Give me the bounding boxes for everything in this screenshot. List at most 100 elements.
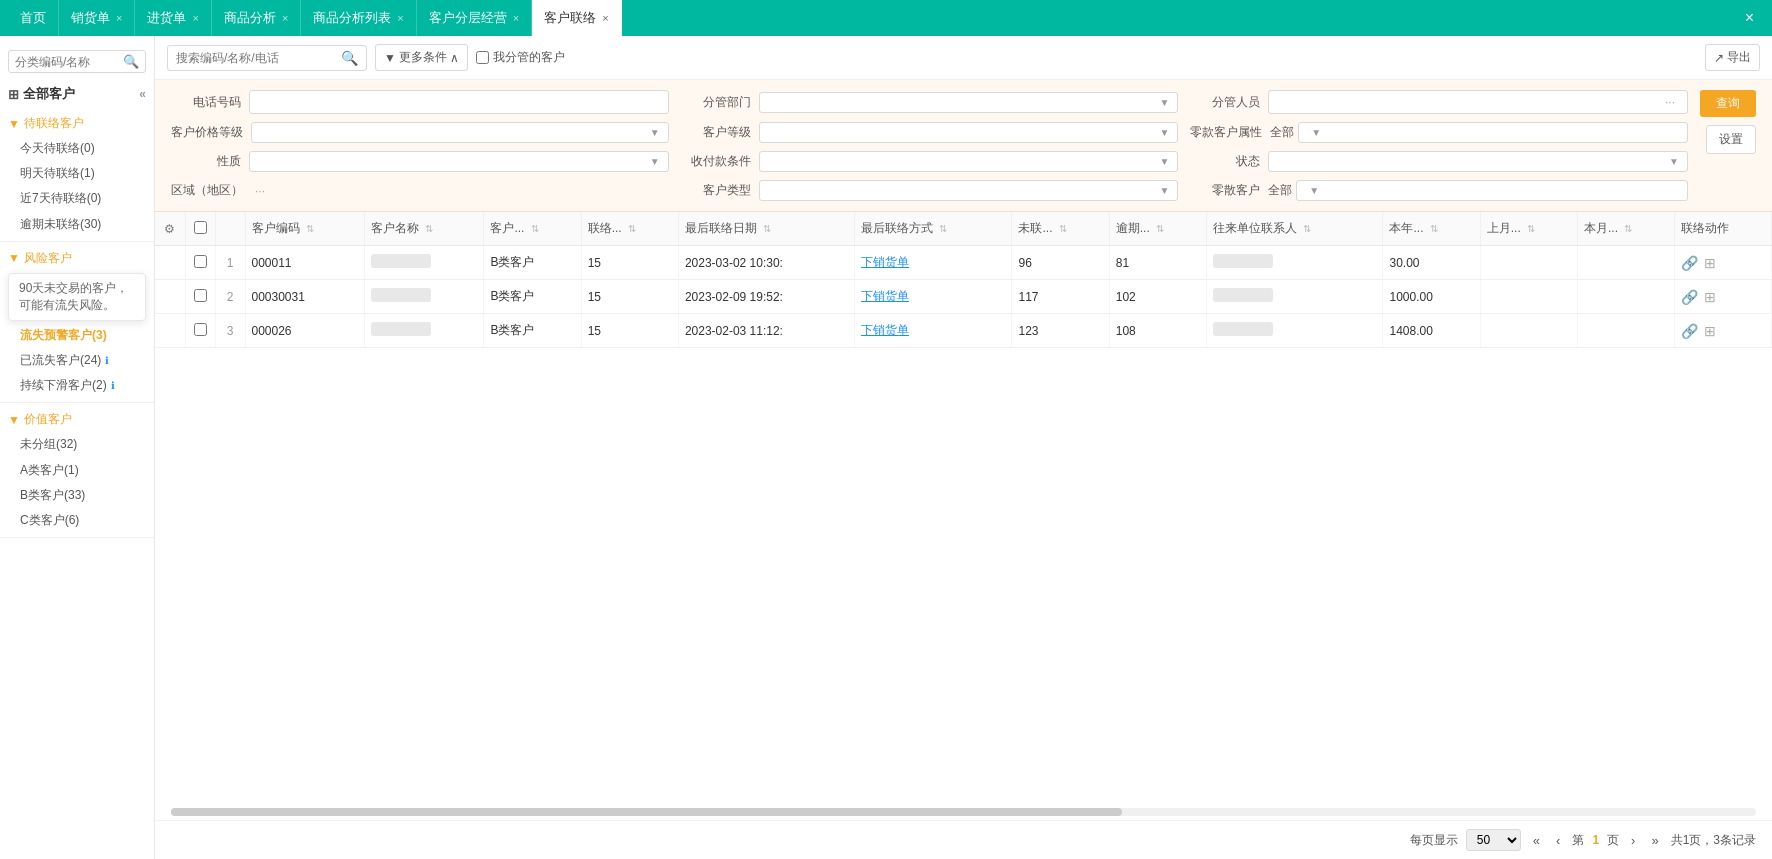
row-settings[interactable] — [155, 314, 185, 348]
nav-tab-analysis-list[interactable]: 商品分析列表× — [301, 0, 416, 36]
sidebar-item-today[interactable]: 今天待联络(0) — [0, 136, 154, 161]
settings-column-header[interactable]: ⚙ — [155, 212, 185, 246]
last-way-link[interactable]: 下销货单 — [861, 255, 909, 269]
my-customers-checkbox[interactable] — [476, 51, 489, 64]
sidebar-collapse-button[interactable]: « — [139, 87, 146, 101]
link-action-icon[interactable]: 🔗 — [1681, 255, 1698, 271]
sidebar-section-title-risk[interactable]: ▼风险客户 — [0, 246, 154, 271]
query-button[interactable]: 查询 — [1700, 90, 1756, 117]
row-last-way[interactable]: 下销货单 — [854, 280, 1011, 314]
nav-tab-close-purchase[interactable]: × — [192, 12, 198, 24]
last-way-link[interactable]: 下销货单 — [861, 323, 909, 337]
sidebar-section-title-value[interactable]: ▼价值客户 — [0, 407, 154, 432]
row-checkbox-cell[interactable] — [185, 314, 215, 348]
more-filter-button[interactable]: ▼ 更多条件 ∧ — [375, 44, 468, 71]
filter-settings-button[interactable]: 设置 — [1706, 125, 1756, 154]
nav-tab-home[interactable]: 首页 — [8, 0, 59, 36]
nature-select[interactable]: ▼ — [249, 151, 669, 172]
this-year-column-header[interactable]: 本年... ⇅ — [1383, 212, 1480, 246]
search-input[interactable] — [176, 51, 341, 65]
nav-tab-close-customer-contact[interactable]: × — [602, 12, 608, 24]
grid-action-icon[interactable]: ⊞ — [1704, 255, 1716, 271]
payment-select[interactable]: ▼ — [759, 151, 1179, 172]
row-checkbox-cell[interactable] — [185, 246, 215, 280]
unit-contact-column-header[interactable]: 往来单位联系人 ⇅ — [1206, 212, 1383, 246]
nav-tab-purchase[interactable]: 进货单× — [135, 0, 211, 36]
export-button[interactable]: ↗ 导出 — [1705, 44, 1760, 71]
sidebar-search-input[interactable] — [15, 55, 123, 69]
customer-type-select[interactable]: ▼ — [759, 180, 1179, 201]
code-column-header[interactable]: 客户编码 ⇅ — [245, 212, 364, 246]
search-button[interactable]: 🔍 — [341, 50, 358, 66]
last-date-column-header[interactable]: 最后联络日期 ⇅ — [678, 212, 854, 246]
nav-tab-close-sales[interactable]: × — [116, 12, 122, 24]
row-last-month — [1480, 314, 1577, 348]
check-column-header[interactable] — [185, 212, 215, 246]
sidebar-all-customers-header[interactable]: ⊞ 全部客户 « — [0, 81, 154, 107]
manager-dots[interactable]: ··· — [1661, 95, 1679, 109]
nav-tab-customer-tier[interactable]: 客户分层经营× — [417, 0, 532, 36]
row-settings[interactable] — [155, 280, 185, 314]
sidebar-item-week[interactable]: 近7天待联络(0) — [0, 186, 154, 211]
phone-input[interactable] — [249, 90, 669, 114]
last-way-link[interactable]: 下销货单 — [861, 289, 909, 303]
sidebar-section-title-pending[interactable]: ▼待联络客户 — [0, 111, 154, 136]
sidebar-item-declining[interactable]: 持续下滑客户(2)ℹ — [0, 373, 154, 398]
grid-action-icon[interactable]: ⊞ — [1704, 323, 1716, 339]
uncontact-column-header[interactable]: 未联... ⇅ — [1012, 212, 1109, 246]
horizontal-scrollbar[interactable] — [171, 808, 1756, 816]
price-level-select[interactable]: ▼ — [251, 122, 669, 143]
nav-tab-analysis[interactable]: 商品分析× — [212, 0, 301, 36]
status-select[interactable]: ▼ — [1268, 151, 1688, 172]
search-box[interactable]: 🔍 — [167, 45, 367, 71]
row-checkbox[interactable] — [194, 255, 207, 268]
sidebar-item-class-a[interactable]: A类客户(1) — [0, 458, 154, 483]
nav-tab-close-customer-tier[interactable]: × — [513, 12, 519, 24]
row-settings[interactable] — [155, 246, 185, 280]
sidebar-item-tomorrow[interactable]: 明天待联络(1) — [0, 161, 154, 186]
filter-actions: 查询 设置 — [1700, 90, 1756, 201]
name-column-header[interactable]: 客户名称 ⇅ — [364, 212, 483, 246]
close-all-button[interactable]: × — [1735, 9, 1764, 27]
sidebar-item-class-c[interactable]: C类客户(6) — [0, 508, 154, 533]
customer-level-select[interactable]: ▼ — [759, 122, 1179, 143]
sidebar-search-box[interactable]: 🔍 — [8, 50, 146, 73]
per-page-select[interactable]: 50 100 200 — [1466, 829, 1521, 851]
link-action-icon[interactable]: 🔗 — [1681, 289, 1698, 305]
dept-select[interactable]: ▼ — [759, 92, 1179, 113]
type-column-header[interactable]: 客户... ⇅ — [484, 212, 581, 246]
this-month-column-header[interactable]: 本月... ⇅ — [1577, 212, 1674, 246]
region-dots[interactable]: ··· — [251, 184, 269, 198]
manager-select[interactable]: ··· — [1268, 90, 1688, 114]
row-last-way[interactable]: 下销货单 — [854, 314, 1011, 348]
my-customers-checkbox-label[interactable]: 我分管的客户 — [476, 49, 565, 66]
nav-tab-close-analysis-list[interactable]: × — [397, 12, 403, 24]
prev-page-button[interactable]: ‹ — [1552, 831, 1564, 850]
last-page-button[interactable]: » — [1647, 831, 1662, 850]
row-last-way[interactable]: 下销货单 — [854, 246, 1011, 280]
nav-tab-sales[interactable]: 销货单× — [59, 0, 135, 36]
select-all-checkbox[interactable] — [194, 221, 207, 234]
next-page-button[interactable]: › — [1627, 831, 1639, 850]
zero-attr-select[interactable]: ▼ — [1298, 122, 1688, 143]
row-checkbox[interactable] — [194, 323, 207, 336]
sidebar-item-churned[interactable]: 已流失客户(24)ℹ — [0, 348, 154, 373]
sidebar-item-churn-warning[interactable]: 流失预警客户(3) — [0, 323, 154, 348]
zero-customer-select[interactable]: ▼ — [1296, 180, 1688, 201]
first-page-button[interactable]: « — [1529, 831, 1544, 850]
last-month-column-header[interactable]: 上月... ⇅ — [1480, 212, 1577, 246]
grid-action-icon[interactable]: ⊞ — [1704, 289, 1716, 305]
sidebar-item-ungrouped[interactable]: 未分组(32) — [0, 432, 154, 457]
last-way-column-header[interactable]: 最后联络方式 ⇅ — [854, 212, 1011, 246]
row-checkbox-cell[interactable] — [185, 280, 215, 314]
link-action-icon[interactable]: 🔗 — [1681, 323, 1698, 339]
sidebar-item-overdue[interactable]: 逾期未联络(30) — [0, 212, 154, 237]
nav-tab-close-analysis[interactable]: × — [282, 12, 288, 24]
sidebar-item-class-b[interactable]: B类客户(33) — [0, 483, 154, 508]
overdue-column-header[interactable]: 逾期... ⇅ — [1109, 212, 1206, 246]
row-checkbox[interactable] — [194, 289, 207, 302]
nav-tab-customer-contact[interactable]: 客户联络× — [532, 0, 621, 36]
contact-column-header[interactable]: 联络... ⇅ — [581, 212, 678, 246]
scrollbar-thumb[interactable] — [171, 808, 1122, 816]
region-field: 区域（地区） ··· — [171, 182, 669, 199]
